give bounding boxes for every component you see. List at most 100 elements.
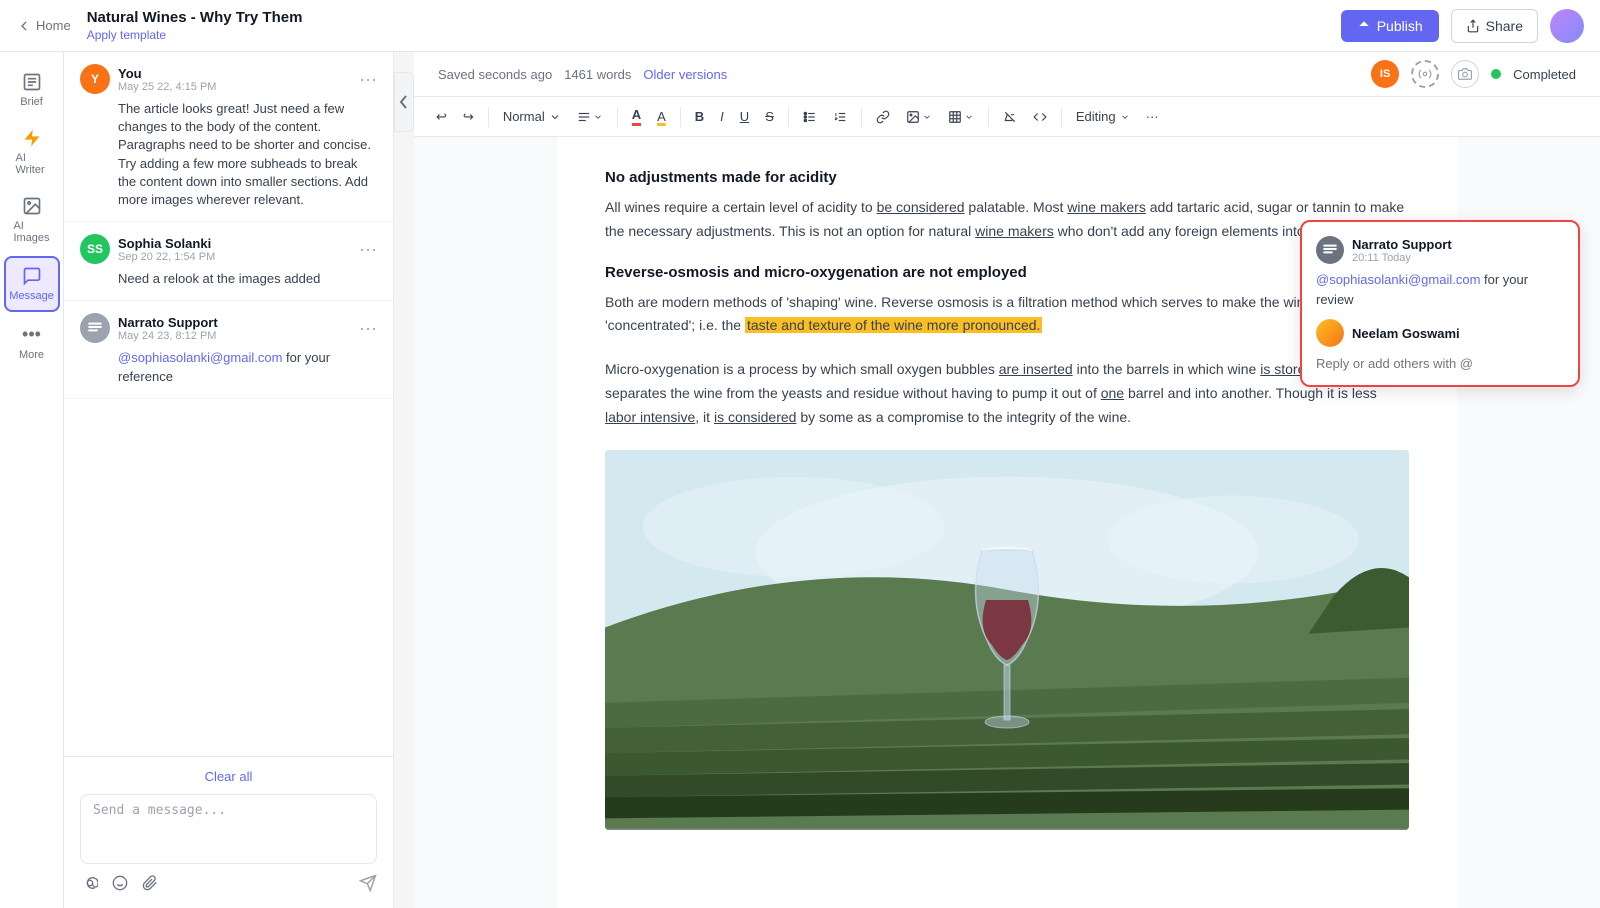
- doc-title-area: Natural Wines - Why Try Them Apply templ…: [87, 9, 1341, 42]
- comments-footer: Clear all: [64, 756, 393, 908]
- underline-icon: U: [740, 109, 749, 124]
- strikethrough-icon: S: [765, 109, 774, 124]
- main-layout: Brief AI Writer AI Images Message ••• Mo…: [0, 52, 1600, 908]
- table-button[interactable]: [942, 106, 980, 128]
- toolbar-separator-3: [680, 107, 681, 127]
- sidebar-item-more-label: More: [19, 349, 44, 361]
- comment-item-2[interactable]: SS Sophia Solanki Sep 20 22, 1:54 PM ···…: [64, 222, 393, 301]
- message-input[interactable]: [80, 794, 377, 864]
- sidebar-item-ai-images-label: AI Images: [13, 220, 49, 244]
- comment-item-3[interactable]: Narrato Support May 24 23, 8:12 PM ··· @…: [64, 301, 393, 398]
- sidebar-item-message-label: Message: [9, 290, 54, 302]
- text-style-selector[interactable]: Normal: [497, 105, 567, 128]
- comment-1-more-icon[interactable]: ···: [359, 69, 377, 90]
- popup-reply-header: Neelam Goswami: [1316, 319, 1457, 347]
- unordered-list-button[interactable]: [797, 106, 823, 128]
- send-message-button[interactable]: [359, 874, 377, 895]
- attachment-button[interactable]: [140, 873, 160, 896]
- user-badge-is: IS: [1371, 60, 1399, 88]
- article-image: [605, 450, 1409, 830]
- editor-toolbar: ↩ ↪ Normal A A B I U S: [414, 97, 1600, 137]
- comment-3-meta: Narrato Support May 24 23, 8:12 PM: [118, 315, 351, 342]
- comment-2-avatar: SS: [80, 234, 110, 264]
- sidebar-item-ai-images[interactable]: AI Images: [4, 188, 60, 252]
- highlight-button[interactable]: A: [651, 105, 672, 128]
- comment-3-text: @sophiasolanki@gmail.com for your refere…: [80, 349, 377, 385]
- highlighted-text: taste and texture of the wine more prono…: [745, 317, 1042, 333]
- italic-icon: I: [720, 109, 724, 124]
- comment-2-time: Sep 20 22, 1:54 PM: [118, 251, 351, 263]
- editing-mode-selector[interactable]: Editing: [1070, 105, 1136, 128]
- text-color-icon: A: [632, 107, 641, 126]
- strikethrough-button[interactable]: S: [759, 105, 780, 128]
- more-options-button[interactable]: ···: [1140, 105, 1165, 128]
- toolbar-separator-7: [1061, 107, 1062, 127]
- toolbar-separator-2: [617, 107, 618, 127]
- editor-meta-bar: Saved seconds ago 1461 words Older versi…: [414, 52, 1600, 97]
- undo-button[interactable]: ↩: [430, 105, 453, 129]
- popup-email-link[interactable]: @sophiasolanki@gmail.com: [1316, 272, 1457, 287]
- left-sidebar: Brief AI Writer AI Images Message ••• Mo…: [0, 52, 64, 908]
- editor-meta-right: IS Completed: [1371, 60, 1576, 88]
- clear-format-button[interactable]: [997, 106, 1023, 128]
- share-button[interactable]: Share: [1451, 9, 1538, 43]
- text-color-button[interactable]: A: [626, 103, 647, 130]
- comment-3-more-icon[interactable]: ···: [359, 318, 377, 339]
- emoji-button[interactable]: [110, 873, 130, 896]
- image-button[interactable]: [900, 106, 938, 128]
- message-actions: [80, 873, 377, 896]
- popup-reply-input[interactable]: [1316, 356, 1457, 371]
- comment-2-author: Sophia Solanki: [118, 236, 351, 251]
- comment-3-author: Narrato Support: [118, 315, 351, 330]
- comments-panel: Y You May 25 22, 4:15 PM ··· The article…: [64, 52, 394, 908]
- toolbar-separator-1: [488, 107, 489, 127]
- source-button[interactable]: [1027, 106, 1053, 128]
- sidebar-item-message[interactable]: Message: [4, 256, 60, 312]
- comment-popup: Narrato Support 20:11 Today @sophiasolan…: [1300, 220, 1457, 387]
- sidebar-item-ai-writer[interactable]: AI Writer: [4, 120, 60, 184]
- toolbar-separator-5: [861, 107, 862, 127]
- doc-title: Natural Wines - Why Try Them: [87, 9, 1341, 26]
- comment-3-avatar: [80, 313, 110, 343]
- toolbar-separator-6: [988, 107, 989, 127]
- editor-content: No adjustments made for acidity All wine…: [557, 137, 1457, 908]
- redo-button[interactable]: ↪: [457, 105, 480, 129]
- highlight-icon: A: [657, 109, 666, 124]
- publish-button[interactable]: Publish: [1341, 10, 1439, 42]
- sidebar-item-brief[interactable]: Brief: [4, 64, 60, 116]
- underline-button[interactable]: U: [734, 105, 755, 128]
- user-avatar[interactable]: [1550, 9, 1584, 43]
- apply-template-link[interactable]: Apply template: [87, 28, 1341, 42]
- back-button[interactable]: Home: [16, 18, 71, 34]
- italic-button[interactable]: I: [714, 105, 730, 128]
- comment-2-header: SS Sophia Solanki Sep 20 22, 1:54 PM ···: [80, 234, 377, 264]
- editing-mode-label: Editing: [1076, 109, 1116, 124]
- comment-2-more-icon[interactable]: ···: [359, 239, 377, 260]
- comment-item-1[interactable]: Y You May 25 22, 4:15 PM ··· The article…: [64, 52, 393, 222]
- sidebar-item-more[interactable]: ••• More: [4, 316, 60, 369]
- clear-all-button[interactable]: Clear all: [80, 769, 377, 784]
- collapse-panel-button[interactable]: [394, 72, 414, 132]
- toolbar-separator-4: [788, 107, 789, 127]
- status-indicator: [1491, 69, 1501, 79]
- user-badge-camera: [1451, 60, 1479, 88]
- popup-author: Narrato Support: [1352, 237, 1452, 252]
- comment-1-avatar: Y: [80, 64, 110, 94]
- section2-paragraph2: Micro-oxygenation is a process by which …: [605, 358, 1409, 429]
- user-badge-outline: [1411, 60, 1439, 88]
- bold-button[interactable]: B: [689, 105, 710, 128]
- section2-heading: Reverse-osmosis and micro-oxygenation ar…: [605, 264, 1409, 281]
- older-versions-link[interactable]: Older versions: [643, 67, 727, 82]
- mention-button[interactable]: [80, 873, 100, 896]
- ordered-list-button[interactable]: [827, 106, 853, 128]
- popup-text: @sophiasolanki@gmail.com for your review: [1316, 270, 1457, 309]
- sidebar-item-ai-writer-label: AI Writer: [16, 152, 48, 176]
- link-button[interactable]: [870, 106, 896, 128]
- section2-paragraph1: Both are modern methods of 'shaping' win…: [605, 291, 1409, 339]
- popup-header: Narrato Support 20:11 Today: [1316, 236, 1457, 264]
- popup-time: 20:11 Today: [1352, 252, 1452, 264]
- align-button[interactable]: [571, 106, 609, 128]
- top-bar: Home Natural Wines - Why Try Them Apply …: [0, 0, 1600, 52]
- wine-glass-svg: [957, 540, 1057, 740]
- comment-3-header: Narrato Support May 24 23, 8:12 PM ···: [80, 313, 377, 343]
